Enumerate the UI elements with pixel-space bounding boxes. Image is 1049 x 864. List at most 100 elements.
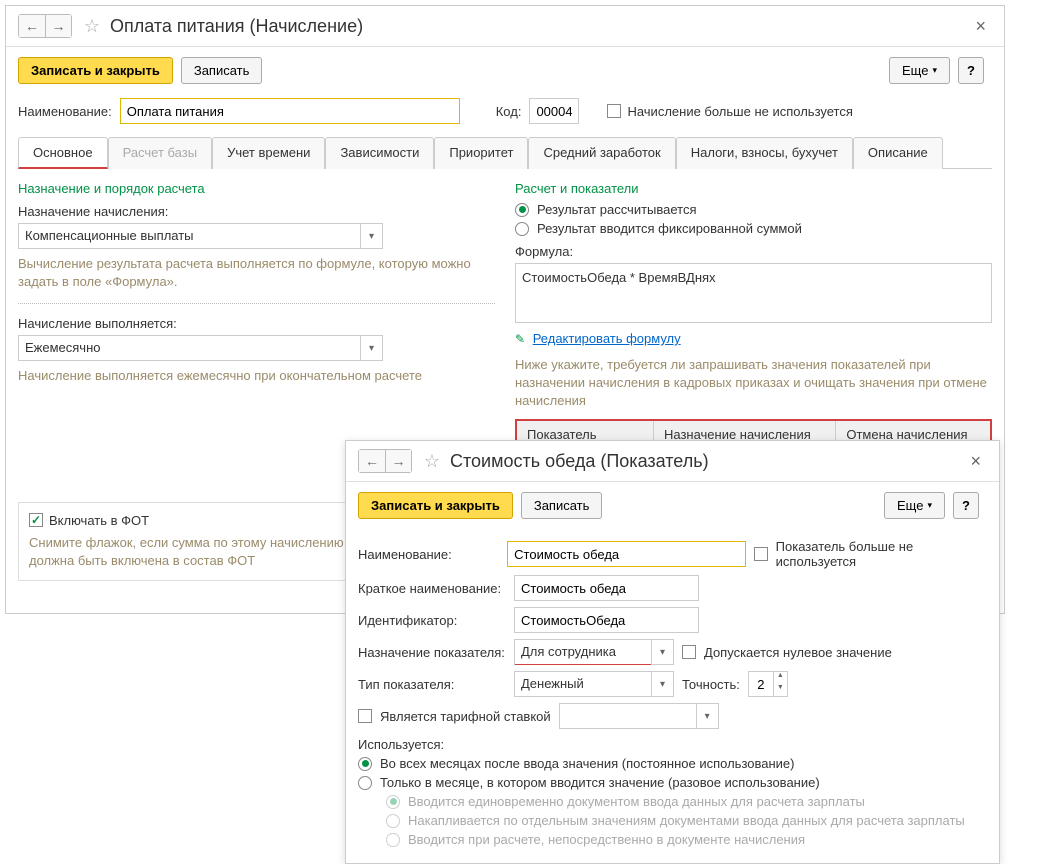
radio-icon (386, 814, 400, 828)
tab-desc[interactable]: Описание (853, 137, 943, 169)
type-label: Тип показателя: (358, 677, 506, 692)
tariff-label: Является тарифной ставкой (380, 709, 551, 724)
short-label: Краткое наименование: (358, 581, 506, 596)
usage-r1-label: Во всех месяцах после ввода значения (по… (380, 756, 794, 771)
usage-radio-once[interactable]: Только в месяце, в котором вводится знач… (358, 775, 987, 790)
precision-input[interactable] (749, 672, 773, 696)
help-button[interactable]: ? (958, 57, 984, 84)
fot-label: Включать в ФОТ (49, 513, 149, 528)
more-button[interactable]: Еще▾ (884, 492, 945, 519)
purpose-select[interactable]: Компенсационные выплаты ▾ (18, 223, 383, 249)
usage-label: Используется: (358, 737, 987, 752)
name-label: Наименование: (358, 547, 499, 562)
not-used-checkbox[interactable] (754, 547, 767, 561)
radio-icon (515, 203, 529, 217)
fot-row[interactable]: Включать в ФОТ (29, 513, 377, 528)
chevron-down-icon[interactable]: ▾ (651, 672, 673, 696)
dest-select[interactable]: Для сотрудника ▾ (514, 639, 674, 665)
save-button[interactable]: Записать (181, 57, 263, 84)
name-input[interactable] (507, 541, 746, 567)
sub-radio-3: Вводится при расчете, непосредственно в … (386, 832, 987, 847)
short-input[interactable] (514, 575, 699, 601)
radio-icon (515, 222, 529, 236)
star-icon[interactable]: ☆ (422, 451, 442, 471)
star-icon[interactable]: ☆ (82, 16, 102, 36)
save-close-button[interactable]: Записать и закрыть (18, 57, 173, 84)
name-label: Наименование: (18, 104, 112, 119)
period-select[interactable]: Ежемесячно ▾ (18, 335, 383, 361)
tab-base[interactable]: Расчет базы (108, 137, 213, 169)
sub3-label: Вводится при расчете, непосредственно в … (408, 832, 805, 847)
type-value: Денежный (515, 672, 651, 696)
not-used-checkbox[interactable] (607, 104, 621, 118)
save-close-button[interactable]: Записать и закрыть (358, 492, 513, 519)
edit-formula-link[interactable]: Редактировать формулу (533, 331, 681, 346)
save-button[interactable]: Записать (521, 492, 603, 519)
dest-label: Назначение показателя: (358, 645, 506, 660)
titlebar: ← → ☆ Оплата питания (Начисление) × (6, 6, 1004, 47)
tariff-select[interactable]: ▾ (559, 703, 719, 729)
code-input[interactable] (529, 98, 579, 124)
tab-taxes[interactable]: Налоги, взносы, бухучет (676, 137, 853, 169)
back-button[interactable]: ← (359, 450, 385, 472)
code-label: Код: (496, 104, 522, 119)
not-used-row: Начисление больше не используется (607, 104, 852, 119)
fot-box: Включать в ФОТ Снимите флажок, если сумм… (18, 502, 388, 581)
period-value: Ежемесячно (19, 336, 360, 360)
close-icon[interactable]: × (964, 451, 987, 472)
section-calc: Расчет и показатели (515, 181, 992, 196)
table-hint: Ниже укажите, требуется ли запрашивать з… (515, 356, 992, 411)
tab-main[interactable]: Основное (18, 137, 108, 169)
sub2-label: Накапливается по отдельным значениям док… (408, 813, 965, 828)
radio-fixed[interactable]: Результат вводится фиксированной суммой (515, 221, 992, 236)
name-row: Наименование: Код: Начисление больше не … (6, 94, 1004, 128)
usage-r2-label: Только в месяце, в котором вводится знач… (380, 775, 820, 790)
back-button[interactable]: ← (19, 15, 45, 37)
radio-calc[interactable]: Результат рассчитывается (515, 202, 992, 217)
precision-stepper[interactable]: ▲▼ (748, 671, 788, 697)
nav-buttons: ← → (358, 449, 412, 473)
chevron-down-icon[interactable]: ▾ (651, 640, 673, 664)
forward-button[interactable]: → (45, 15, 71, 37)
nav-buttons: ← → (18, 14, 72, 38)
precision-label: Точность: (682, 677, 740, 692)
tab-time[interactable]: Учет времени (212, 137, 325, 169)
formula-text[interactable]: СтоимостьОбеда * ВремяВДнях (515, 263, 992, 323)
fot-checkbox[interactable] (29, 513, 43, 527)
dest-value: Для сотрудника (515, 640, 651, 664)
more-button[interactable]: Еще▾ (889, 57, 950, 84)
period-label: Начисление выполняется: (18, 316, 495, 331)
pencil-icon: ✎ (515, 332, 525, 346)
id-label: Идентификатор: (358, 613, 506, 628)
section-purpose: Назначение и порядок расчета (18, 181, 495, 196)
chevron-down-icon[interactable]: ▾ (360, 336, 382, 360)
radio-icon (358, 776, 372, 790)
radio-icon (386, 833, 400, 847)
chevron-down-icon[interactable]: ▾ (360, 224, 382, 248)
purpose-label: Назначение начисления: (18, 204, 495, 219)
formula-label: Формула: (515, 244, 992, 259)
radio-calc-label: Результат рассчитывается (537, 202, 697, 217)
sub-radio-1: Вводится единовременно документом ввода … (386, 794, 987, 809)
forward-button[interactable]: → (385, 450, 411, 472)
id-input[interactable] (514, 607, 699, 633)
window-title: Стоимость обеда (Показатель) (450, 451, 964, 472)
tab-deps[interactable]: Зависимости (325, 137, 434, 169)
step-up-icon[interactable]: ▲ (774, 672, 787, 684)
chevron-down-icon[interactable]: ▾ (696, 704, 718, 728)
radio-icon (358, 757, 372, 771)
purpose-value: Компенсационные выплаты (19, 224, 360, 248)
titlebar: ← → ☆ Стоимость обеда (Показатель) × (346, 441, 999, 482)
not-used-label: Показатель больше не используется (776, 539, 987, 569)
name-input[interactable] (120, 98, 460, 124)
tariff-checkbox[interactable] (358, 709, 372, 723)
usage-radio-permanent[interactable]: Во всех месяцах после ввода значения (по… (358, 756, 987, 771)
not-used-label: Начисление больше не используется (627, 104, 852, 119)
tab-average[interactable]: Средний заработок (528, 137, 675, 169)
tab-priority[interactable]: Приоритет (434, 137, 528, 169)
type-select[interactable]: Денежный ▾ (514, 671, 674, 697)
zero-checkbox[interactable] (682, 645, 696, 659)
close-icon[interactable]: × (969, 16, 992, 37)
help-button[interactable]: ? (953, 492, 979, 519)
step-down-icon[interactable]: ▼ (774, 684, 787, 696)
